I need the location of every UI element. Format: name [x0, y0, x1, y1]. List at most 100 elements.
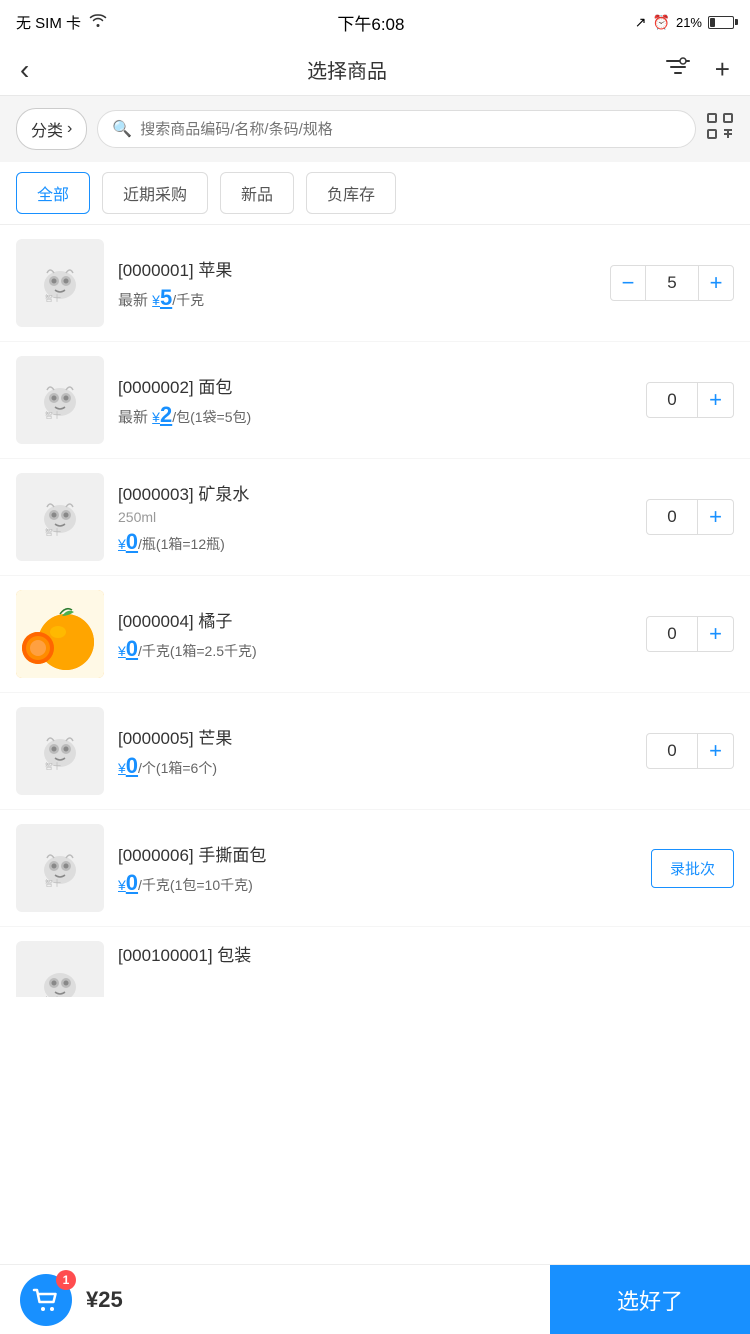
- product-price-6: ¥0/千克(1包=10千克): [118, 870, 637, 896]
- product-item: 智十 [0000005] 芒果 ¥0/个(1箱=6个) +: [0, 693, 750, 809]
- product-info-6: [0000006] 手撕面包 ¥0/千克(1包=10千克): [118, 841, 637, 896]
- tab-all[interactable]: 全部: [16, 172, 90, 214]
- status-right: ↗ ⏰ 21%: [635, 14, 734, 31]
- price-currency-6: ¥: [118, 877, 126, 893]
- product-placeholder-3: 智十: [16, 473, 104, 561]
- qty-plus-3[interactable]: +: [698, 499, 734, 535]
- product-info-7: [000100001] 包装: [118, 941, 734, 970]
- search-icon: 🔍: [112, 119, 132, 139]
- product-item: 智十 [0000006] 手撕面包 ¥0/千克(1包=10千克) 录批次: [0, 810, 750, 926]
- price-unit-5: /个(1箱=6个): [138, 760, 217, 776]
- price-unit-4: /千克(1箱=2.5千克): [138, 643, 257, 659]
- add-button[interactable]: +: [715, 54, 730, 85]
- tab-negative[interactable]: 负库存: [306, 172, 396, 214]
- product-info-1: [0000001] 苹果 最新 ¥5/千克: [118, 256, 596, 311]
- product-image-1: 智十: [16, 239, 104, 327]
- product-name-6: [0000006] 手撕面包: [118, 841, 637, 866]
- alarm-icon: ⏰: [653, 14, 670, 31]
- batch-button-6[interactable]: 录批次: [651, 849, 734, 888]
- qty-input-5[interactable]: [646, 733, 698, 769]
- product-price-1: 最新 ¥5/千克: [118, 285, 596, 311]
- qty-input-2[interactable]: [646, 382, 698, 418]
- product-info-2: [0000002] 面包 最新 ¥2/包(1袋=5包): [118, 373, 632, 428]
- price-currency-3: ¥: [118, 536, 126, 552]
- tab-new[interactable]: 新品: [220, 172, 294, 214]
- product-name-4: [0000004] 橘子: [118, 607, 632, 632]
- qty-input-4[interactable]: [646, 616, 698, 652]
- tab-recent[interactable]: 近期采购: [102, 172, 208, 214]
- qty-control-5: +: [646, 733, 734, 769]
- qty-control-2: +: [646, 382, 734, 418]
- product-name-3: [0000003] 矿泉水: [118, 480, 632, 505]
- product-placeholder-2: 智十: [16, 356, 104, 444]
- price-num-4: 0: [126, 636, 138, 661]
- product-item: [0000004] 橘子 ¥0/千克(1箱=2.5千克) +: [0, 576, 750, 692]
- price-prefix-2: 最新: [118, 409, 152, 426]
- price-currency-5: ¥: [118, 760, 126, 776]
- back-button[interactable]: ‹: [20, 54, 29, 86]
- price-num-5: 0: [126, 753, 138, 778]
- product-image-3: 智十: [16, 473, 104, 561]
- qty-minus-1[interactable]: −: [610, 265, 646, 301]
- qty-plus-4[interactable]: +: [698, 616, 734, 652]
- product-spec-3: 250ml: [118, 509, 632, 525]
- confirm-button[interactable]: 选好了: [550, 1265, 750, 1334]
- product-image-5: 智十: [16, 707, 104, 795]
- qty-plus-2[interactable]: +: [698, 382, 734, 418]
- cart-total: ¥25: [86, 1287, 123, 1313]
- status-bar: 无 SIM 卡 下午6:08 ↗ ⏰ 21%: [0, 0, 750, 44]
- scan-icon[interactable]: [706, 112, 734, 147]
- qty-control-4: +: [646, 616, 734, 652]
- product-image-7: 智十: [16, 941, 104, 997]
- battery-percent: 21%: [676, 15, 702, 30]
- orange-illustration: [16, 590, 104, 678]
- search-bar: 🔍: [97, 110, 696, 148]
- product-name-5: [0000005] 芒果: [118, 724, 632, 749]
- category-button[interactable]: 分类 ›: [16, 108, 87, 150]
- category-label: 分类: [31, 117, 63, 141]
- carrier-label: 无 SIM 卡: [16, 12, 81, 33]
- qty-plus-1[interactable]: +: [698, 265, 734, 301]
- cart-icon: [32, 1288, 60, 1312]
- price-unit-3: /瓶(1箱=12瓶): [138, 536, 225, 552]
- product-info-4: [0000004] 橘子 ¥0/千克(1箱=2.5千克): [118, 607, 632, 662]
- svg-text:智十: 智十: [45, 527, 61, 537]
- price-num-6: 0: [126, 870, 138, 895]
- product-placeholder-5: 智十: [16, 707, 104, 795]
- qty-control-3: +: [646, 499, 734, 535]
- cart-badge: 1: [56, 1270, 76, 1290]
- product-item: 智十 [0000002] 面包 最新 ¥2/包(1袋=5包) +: [0, 342, 750, 458]
- price-unit-6: /千克(1包=10千克): [138, 877, 253, 893]
- price-prefix-1: 最新: [118, 292, 152, 309]
- status-left: 无 SIM 卡: [16, 12, 107, 33]
- tab-bar: 全部 近期采购 新品 负库存: [0, 162, 750, 225]
- product-name-2: [0000002] 面包: [118, 373, 632, 398]
- battery-icon: [708, 16, 734, 29]
- product-placeholder-6: 智十: [16, 824, 104, 912]
- price-currency-2: ¥: [152, 409, 160, 425]
- bottom-bar: 1 ¥25 选好了: [0, 1264, 750, 1334]
- search-input[interactable]: [140, 121, 681, 138]
- cart-area: 1 ¥25: [0, 1274, 550, 1326]
- price-currency-4: ¥: [118, 643, 126, 659]
- nav-bar: ‹ 选择商品 +: [0, 44, 750, 96]
- product-name-7: [000100001] 包装: [118, 941, 734, 966]
- location-icon: ↗: [635, 14, 647, 31]
- filter-bar: 分类 › 🔍: [0, 96, 750, 162]
- qty-input-3[interactable]: [646, 499, 698, 535]
- battery-fill: [710, 18, 715, 27]
- svg-text:智十: 智十: [45, 410, 61, 420]
- filter-icon[interactable]: [665, 56, 691, 83]
- qty-input-1[interactable]: [646, 265, 698, 301]
- product-price-4: ¥0/千克(1箱=2.5千克): [118, 636, 632, 662]
- price-unit-2: /包(1袋=5包): [172, 409, 251, 425]
- price-currency-1: ¥: [152, 292, 160, 308]
- qty-control-1: − +: [610, 265, 734, 301]
- cart-button[interactable]: 1: [20, 1274, 72, 1326]
- page-title: 选择商品: [307, 55, 387, 84]
- qty-plus-5[interactable]: +: [698, 733, 734, 769]
- status-time: 下午6:08: [337, 10, 404, 35]
- product-price-5: ¥0/个(1箱=6个): [118, 753, 632, 779]
- product-placeholder-1: 智十: [16, 239, 104, 327]
- product-item-partial: 智十 [000100001] 包装: [0, 927, 750, 997]
